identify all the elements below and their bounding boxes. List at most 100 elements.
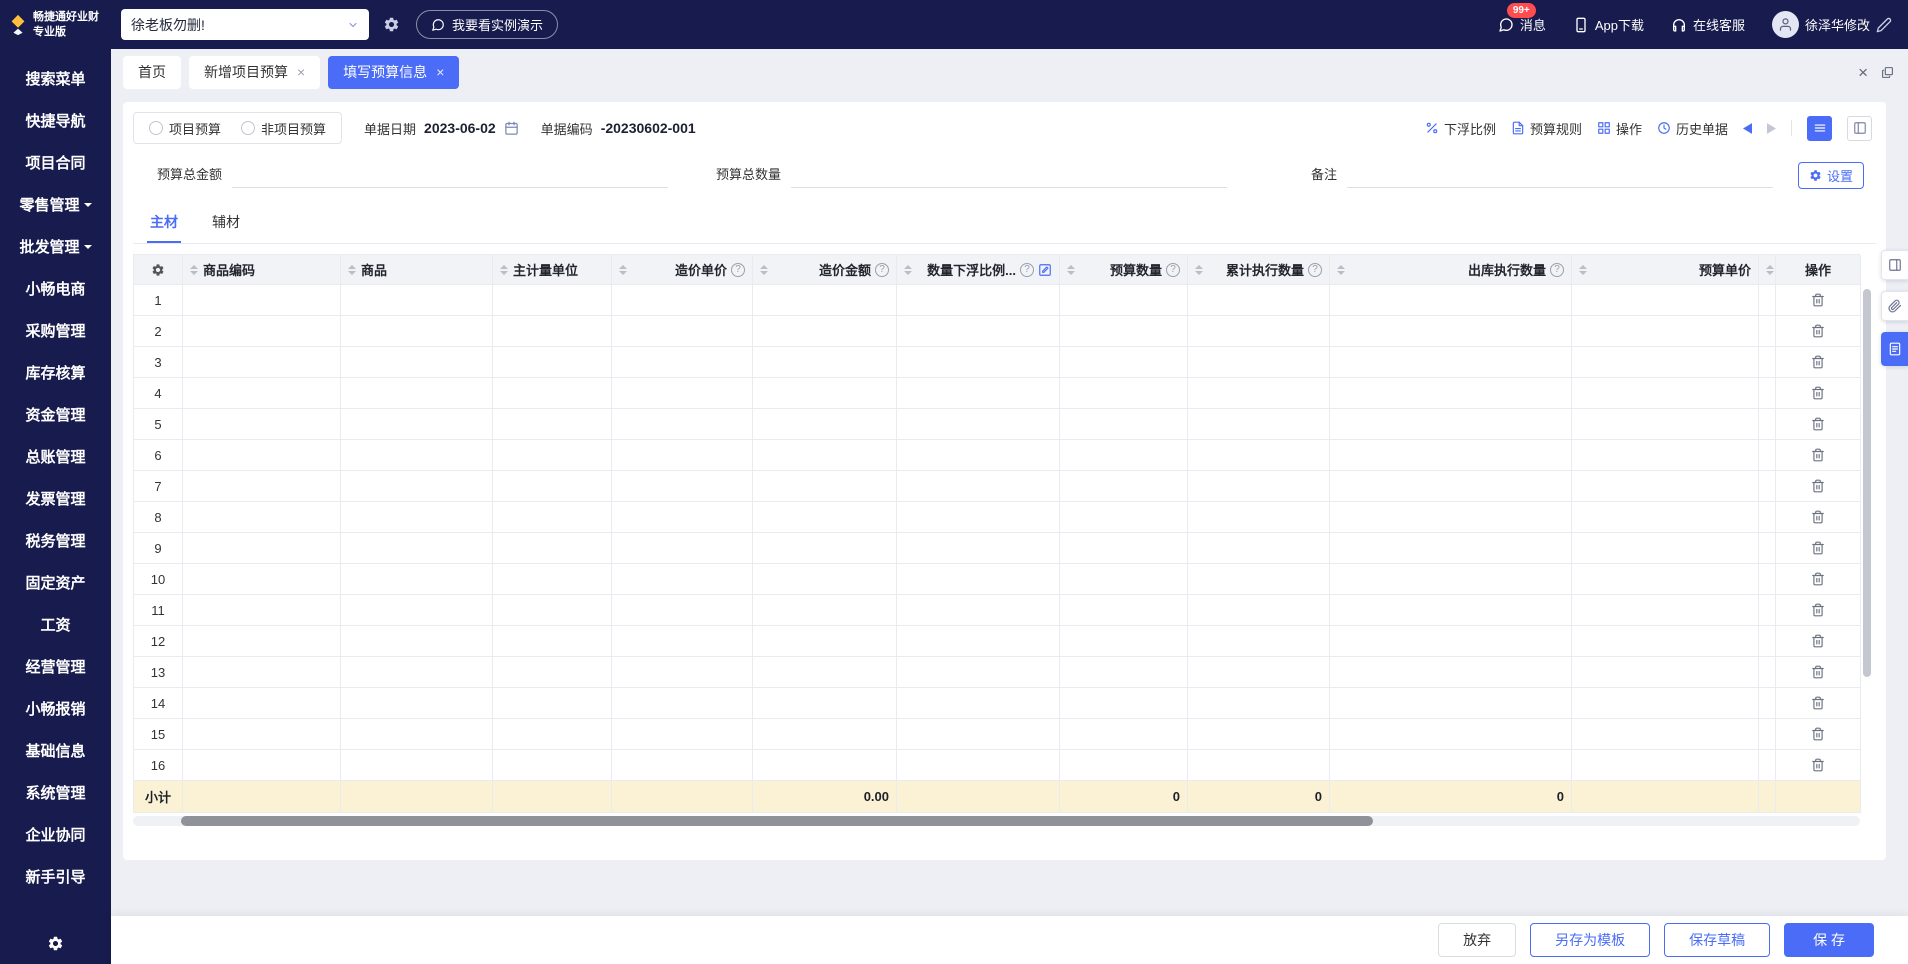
sidebar-item-13[interactable]: 固定资产 — [0, 561, 111, 603]
col-header-exec_qty[interactable]: 累计执行数量? — [1188, 255, 1330, 285]
cell-product[interactable] — [341, 285, 493, 316]
total-quantity-input[interactable] — [791, 162, 1228, 188]
cell-product[interactable] — [341, 347, 493, 378]
cell-cost_price[interactable] — [612, 440, 753, 471]
layout-view-button[interactable] — [1847, 115, 1872, 141]
sidebar-item-10[interactable]: 总账管理 — [0, 435, 111, 477]
cell-code[interactable] — [183, 409, 341, 440]
cell-float_ratio[interactable] — [897, 657, 1060, 688]
cell-product[interactable] — [341, 564, 493, 595]
cell-budget_price[interactable] — [1572, 378, 1759, 409]
cell-outbound_qty[interactable] — [1330, 285, 1572, 316]
cell-exec_qty[interactable] — [1188, 285, 1330, 316]
sidebar-item-2[interactable]: 快捷导航 — [0, 99, 111, 141]
cell-cost_amount[interactable] — [753, 285, 897, 316]
sidebar-item-6[interactable]: 小畅电商 — [0, 267, 111, 309]
toolbar-link-1[interactable]: 下浮比例 — [1425, 119, 1496, 138]
delete-row-icon[interactable] — [1811, 758, 1825, 772]
cell-budget_qty[interactable] — [1060, 533, 1188, 564]
cell-product[interactable] — [341, 657, 493, 688]
cell-code[interactable] — [183, 347, 341, 378]
horizontal-scrollbar[interactable] — [133, 816, 1860, 826]
cell-outbound_qty[interactable] — [1330, 471, 1572, 502]
cell-float_ratio[interactable] — [897, 440, 1060, 471]
cell-outbound_qty[interactable] — [1330, 378, 1572, 409]
collapse-panel-button[interactable] — [1881, 250, 1908, 280]
cell-product[interactable] — [341, 409, 493, 440]
cell-budget_price[interactable] — [1572, 533, 1759, 564]
sidebar-item-16[interactable]: 小畅报销 — [0, 687, 111, 729]
info-icon[interactable]: ? — [875, 262, 889, 277]
cell-cost_price[interactable] — [612, 688, 753, 719]
delete-row-icon[interactable] — [1811, 727, 1825, 741]
cell-budget_qty[interactable] — [1060, 595, 1188, 626]
delete-row-icon[interactable] — [1811, 386, 1825, 400]
tab-new-project-budget[interactable]: 新增项目预算 × — [189, 55, 321, 89]
cell-cost_price[interactable] — [612, 409, 753, 440]
cell-unit[interactable] — [493, 471, 612, 502]
cell-product[interactable] — [341, 533, 493, 564]
cell-exec_qty[interactable] — [1188, 564, 1330, 595]
cell-unit[interactable] — [493, 750, 612, 781]
cell-budget_qty[interactable] — [1060, 440, 1188, 471]
sidebar-item-5[interactable]: 批发管理 — [0, 225, 111, 267]
cell-budget_price[interactable] — [1572, 657, 1759, 688]
cell-outbound_qty[interactable] — [1330, 409, 1572, 440]
sidebar-item-9[interactable]: 资金管理 — [0, 393, 111, 435]
cell-code[interactable] — [183, 316, 341, 347]
cell-exec_qty[interactable] — [1188, 502, 1330, 533]
delete-row-icon[interactable] — [1811, 324, 1825, 338]
cell-budget_qty[interactable] — [1060, 719, 1188, 750]
cell-float_ratio[interactable] — [897, 378, 1060, 409]
save-as-template-button[interactable]: 另存为模板 — [1530, 923, 1651, 957]
cell-exec_qty[interactable] — [1188, 409, 1330, 440]
col-header-outbound_qty[interactable]: 出库执行数量? — [1330, 255, 1572, 285]
cell-code[interactable] — [183, 285, 341, 316]
user-menu[interactable]: 徐泽华修改 — [1771, 11, 1892, 38]
cell-cost_price[interactable] — [612, 657, 753, 688]
sidebar-item-11[interactable]: 发票管理 — [0, 477, 111, 519]
sidebar-settings-gear-icon[interactable] — [0, 935, 111, 952]
sort-icon[interactable] — [348, 264, 356, 275]
sort-icon[interactable] — [904, 264, 912, 275]
cell-exec_qty[interactable] — [1188, 719, 1330, 750]
cell-cost_amount[interactable] — [753, 688, 897, 719]
cell-exec_qty[interactable] — [1188, 657, 1330, 688]
cell-cost_price[interactable] — [612, 533, 753, 564]
cell-cost_price[interactable] — [612, 719, 753, 750]
info-icon[interactable]: ? — [1166, 262, 1180, 277]
cell-code[interactable] — [183, 471, 341, 502]
delete-row-icon[interactable] — [1811, 634, 1825, 648]
delete-row-icon[interactable] — [1811, 448, 1825, 462]
cell-cost_price[interactable] — [612, 471, 753, 502]
cell-cost_amount[interactable] — [753, 564, 897, 595]
cell-outbound_qty[interactable] — [1330, 719, 1572, 750]
vertical-scrollbar[interactable] — [1863, 286, 1871, 779]
cell-budget_qty[interactable] — [1060, 347, 1188, 378]
cell-unit[interactable] — [493, 657, 612, 688]
col-header-cost_price[interactable]: 造价单价? — [612, 255, 753, 285]
toolbar-link-4[interactable]: 历史单据 — [1657, 119, 1728, 138]
cell-outbound_qty[interactable] — [1330, 688, 1572, 719]
sort-icon[interactable] — [1195, 264, 1203, 275]
cell-cost_amount[interactable] — [753, 533, 897, 564]
cell-budget_price[interactable] — [1572, 316, 1759, 347]
cell-product[interactable] — [341, 502, 493, 533]
toolbar-link-2[interactable]: 预算规则 — [1511, 119, 1582, 138]
cell-product[interactable] — [341, 688, 493, 719]
cell-product[interactable] — [341, 378, 493, 409]
sidebar-item-17[interactable]: 基础信息 — [0, 729, 111, 771]
info-icon[interactable]: ? — [1020, 262, 1034, 277]
col-header-budget_price[interactable]: 预算单价 — [1572, 255, 1759, 285]
cell-code[interactable] — [183, 750, 341, 781]
cell-outbound_qty[interactable] — [1330, 502, 1572, 533]
cell-float_ratio[interactable] — [897, 347, 1060, 378]
delete-row-icon[interactable] — [1811, 417, 1825, 431]
cell-float_ratio[interactable] — [897, 316, 1060, 347]
cell-budget_price[interactable] — [1572, 285, 1759, 316]
cell-cost_amount[interactable] — [753, 471, 897, 502]
cell-cost_amount[interactable] — [753, 626, 897, 657]
cell-code[interactable] — [183, 502, 341, 533]
cell-cost_price[interactable] — [612, 347, 753, 378]
cell-float_ratio[interactable] — [897, 719, 1060, 750]
